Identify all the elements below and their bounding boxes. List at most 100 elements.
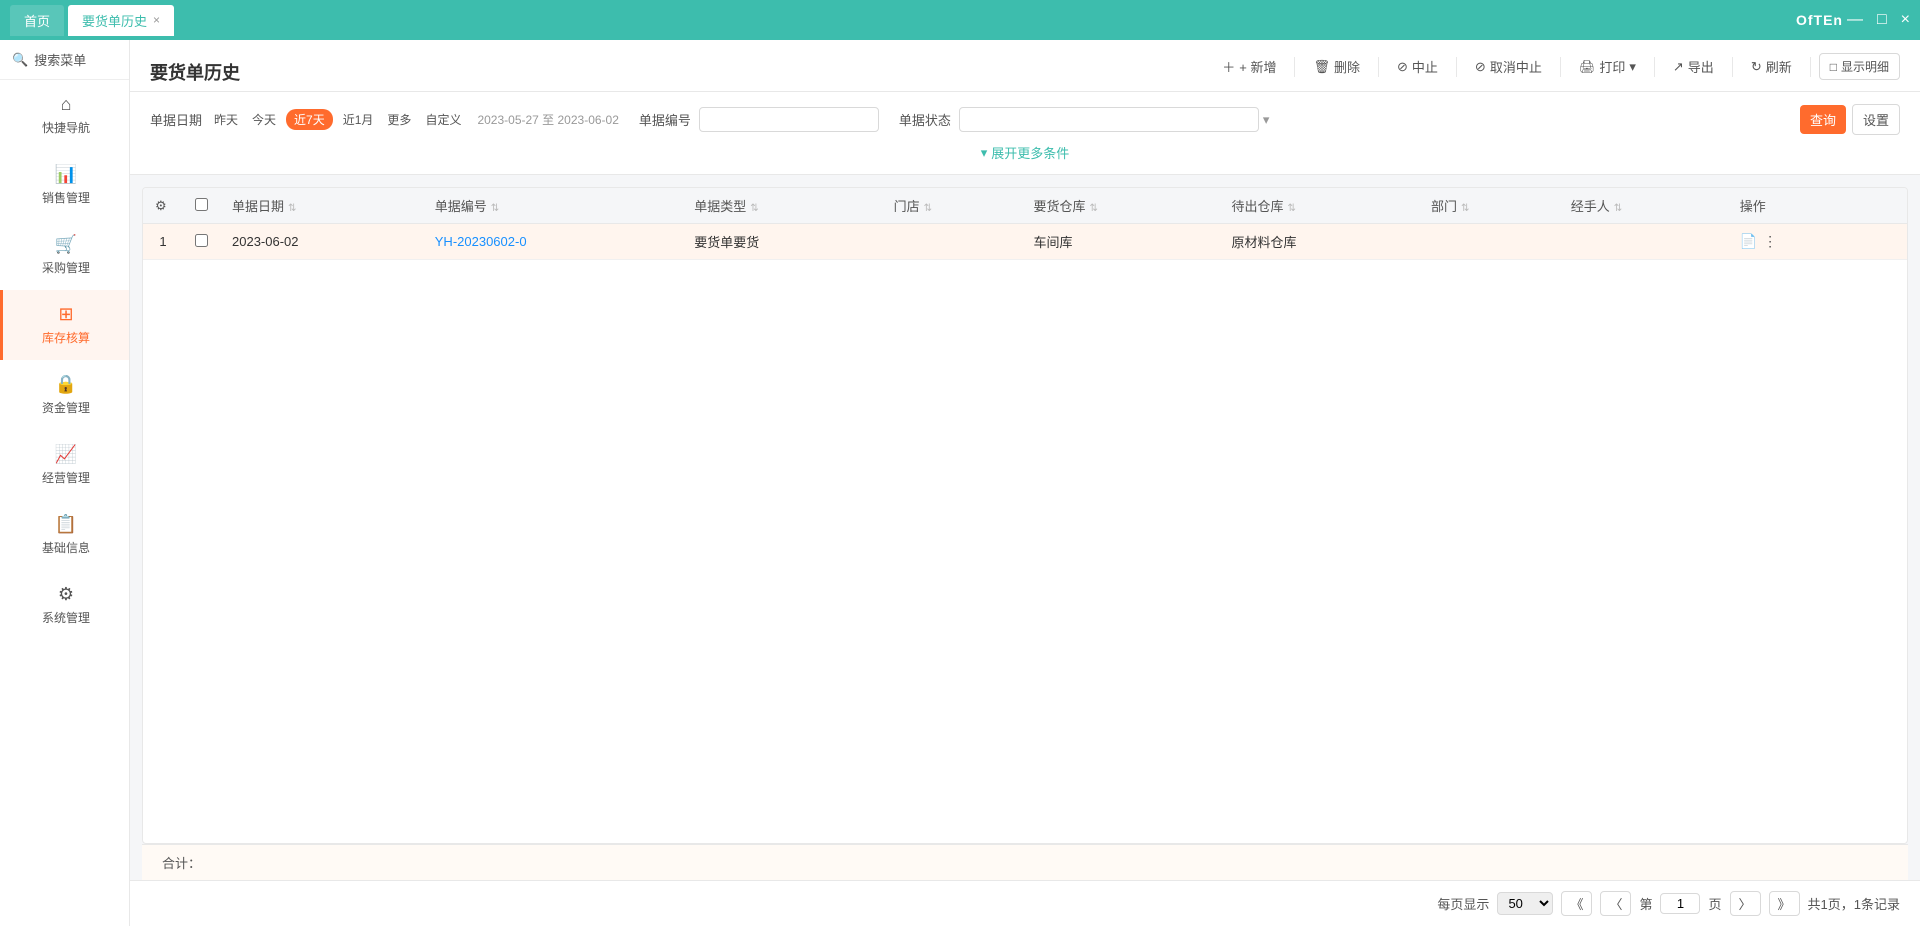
query-button[interactable]: 查询 <box>1800 105 1846 134</box>
home-icon: ⌂ <box>61 94 72 115</box>
print-dropdown-icon: ▾ <box>1629 59 1636 75</box>
shortcut-7days[interactable]: 近7天 <box>286 109 333 130</box>
doc-no-label: 单据编号 <box>639 110 691 129</box>
new-label: + 新增 <box>1239 57 1276 76</box>
settings-button[interactable]: 设置 <box>1852 104 1900 135</box>
refresh-label: 刷新 <box>1766 57 1792 76</box>
finance-icon: 🔒 <box>55 374 77 395</box>
search-icon: 🔍 <box>12 52 28 68</box>
brand-label: OfTEn <box>1796 12 1843 28</box>
stop-button[interactable]: ⊘ 中止 <box>1387 52 1448 81</box>
sidebar-search-label: 搜索菜单 <box>34 50 86 69</box>
col-ops: 操作 <box>1728 188 1907 224</box>
select-all-checkbox[interactable] <box>195 198 208 211</box>
sidebar-item-operations-label: 经营管理 <box>42 469 90 486</box>
new-button[interactable]: ＋ + 新增 <box>1212 52 1286 81</box>
shortcut-1month[interactable]: 近1月 <box>339 109 378 130</box>
divider3 <box>1456 57 1457 77</box>
row-edit-icon[interactable]: 📄 <box>1740 233 1757 250</box>
sidebar-item-finance-label: 资金管理 <box>42 399 90 416</box>
sidebar-item-operations[interactable]: 📈 经营管理 <box>0 430 129 500</box>
divider2 <box>1378 57 1379 77</box>
date-filter: 单据日期 昨天 今天 近7天 近1月 更多 自定义 2023-05-27 至 2… <box>150 109 619 130</box>
row-type: 要货单要货 <box>682 224 881 260</box>
operations-icon: 📈 <box>55 444 77 465</box>
sidebar-item-basic-info[interactable]: 📋 基础信息 <box>0 500 129 570</box>
total-records: 共1页，1条记录 <box>1808 894 1900 913</box>
page-size-select[interactable]: 50 100 200 <box>1497 892 1553 915</box>
query-label: 查询 <box>1810 110 1836 129</box>
expand-more-label: 展开更多条件 <box>991 143 1069 162</box>
status-label: 单据状态 <box>899 110 951 129</box>
last-page-button[interactable]: 》 <box>1769 891 1800 916</box>
date-filter-label: 单据日期 <box>150 110 202 129</box>
date-shortcuts: 昨天 今天 近7天 近1月 更多 自定义 <box>210 109 465 130</box>
divider4 <box>1560 57 1561 77</box>
query-actions: 查询 设置 <box>1800 104 1900 135</box>
settings-label: 设置 <box>1863 110 1889 129</box>
first-page-button[interactable]: 《 <box>1561 891 1592 916</box>
delete-button[interactable]: 🗑 删除 <box>1303 52 1370 81</box>
row-pending-warehouse: 原材料仓库 <box>1220 224 1419 260</box>
row-dept <box>1419 224 1559 260</box>
maximize-icon[interactable]: □ <box>1877 11 1887 29</box>
cancel-stop-label: 取消中止 <box>1490 57 1542 76</box>
col-store: 门店⇅ <box>882 188 1022 224</box>
page-label: 第 <box>1639 894 1652 913</box>
window-controls: — □ × <box>1847 11 1910 29</box>
row-more-icon[interactable]: ⋮ <box>1763 233 1777 250</box>
prev-page-button[interactable]: 〈 <box>1600 891 1631 916</box>
shortcut-custom[interactable]: 自定义 <box>421 109 465 130</box>
col-settings[interactable]: ⚙ <box>143 188 183 224</box>
expand-more-icon: ▾ <box>981 145 988 161</box>
minimize-icon[interactable]: — <box>1847 11 1863 29</box>
sidebar-item-system-label: 系统管理 <box>42 609 90 626</box>
table-body: 1 2023-06-02 YH-20230602-0 要货单要货 车间库 原材料… <box>143 224 1907 260</box>
row-handler <box>1559 224 1728 260</box>
cancel-stop-icon: ⊘ <box>1475 59 1486 75</box>
row-date: 2023-06-02 <box>220 224 423 260</box>
display-detail-button[interactable]: □ 显示明细 <box>1819 53 1900 80</box>
shortcut-yesterday[interactable]: 昨天 <box>210 109 242 130</box>
tab-active[interactable]: 要货单历史 × <box>68 5 174 36</box>
sidebar-item-sales[interactable]: 📊 销售管理 <box>0 150 129 220</box>
delete-label: 删除 <box>1334 57 1360 76</box>
doc-no-input[interactable] <box>699 107 879 132</box>
print-button[interactable]: 🖨 打印 ▾ <box>1569 52 1646 81</box>
expand-more[interactable]: ▾ 展开更多条件 <box>150 143 1900 162</box>
tab-home[interactable]: 首页 <box>10 5 64 36</box>
doc-no-filter: 单据编号 <box>639 107 879 132</box>
refresh-button[interactable]: ↻ 刷新 <box>1741 52 1802 81</box>
sidebar-item-quick-nav[interactable]: ⌂ 快捷导航 <box>0 80 129 150</box>
tab-active-label: 要货单历史 <box>82 11 147 30</box>
divider1 <box>1294 57 1295 77</box>
window-close-icon[interactable]: × <box>1901 11 1910 29</box>
row-no-link[interactable]: YH-20230602-0 <box>435 234 527 249</box>
shortcut-today[interactable]: 今天 <box>248 109 280 130</box>
delete-icon: 🗑 <box>1313 59 1330 75</box>
print-label: 打印 <box>1599 57 1625 76</box>
topbar: 首页 要货单历史 × OfTEn — □ × <box>0 0 1920 40</box>
sidebar: 🔍 搜索菜单 ⌂ 快捷导航 📊 销售管理 🛒 采购管理 ⊞ 库存核算 🔒 资金管… <box>0 40 130 926</box>
sidebar-search[interactable]: 🔍 搜索菜单 <box>0 40 129 80</box>
tab-close-icon[interactable]: × <box>153 13 160 27</box>
table-footer: 合计： <box>142 844 1908 880</box>
data-table: ⚙ 单据日期⇅ 单据编号⇅ 单据类型⇅ 门店⇅ 要货仓库⇅ 待出仓库⇅ 部门⇅ … <box>143 188 1907 260</box>
page-input[interactable] <box>1660 893 1700 914</box>
sidebar-item-system[interactable]: ⚙ 系统管理 <box>0 570 129 640</box>
row-store <box>882 224 1022 260</box>
status-input[interactable] <box>959 107 1259 132</box>
sidebar-item-quick-nav-label: 快捷导航 <box>42 119 90 136</box>
row-checkbox[interactable] <box>195 234 208 247</box>
col-date: 单据日期⇅ <box>220 188 423 224</box>
sidebar-item-finance[interactable]: 🔒 资金管理 <box>0 360 129 430</box>
content-header: 要货单历史 ＋ + 新增 🗑 删除 ⊘ 中止 ⊘ <box>130 40 1920 92</box>
export-button[interactable]: ↗ 导出 <box>1663 52 1724 81</box>
filter-row: 单据日期 昨天 今天 近7天 近1月 更多 自定义 2023-05-27 至 2… <box>150 104 1900 135</box>
status-dropdown-icon[interactable]: ▾ <box>1263 112 1270 128</box>
cancel-stop-button[interactable]: ⊘ 取消中止 <box>1465 52 1552 81</box>
next-page-button[interactable]: 〉 <box>1730 891 1761 916</box>
sidebar-item-purchase[interactable]: 🛒 采购管理 <box>0 220 129 290</box>
sidebar-item-inventory[interactable]: ⊞ 库存核算 <box>0 290 129 360</box>
shortcut-more[interactable]: 更多 <box>383 109 415 130</box>
